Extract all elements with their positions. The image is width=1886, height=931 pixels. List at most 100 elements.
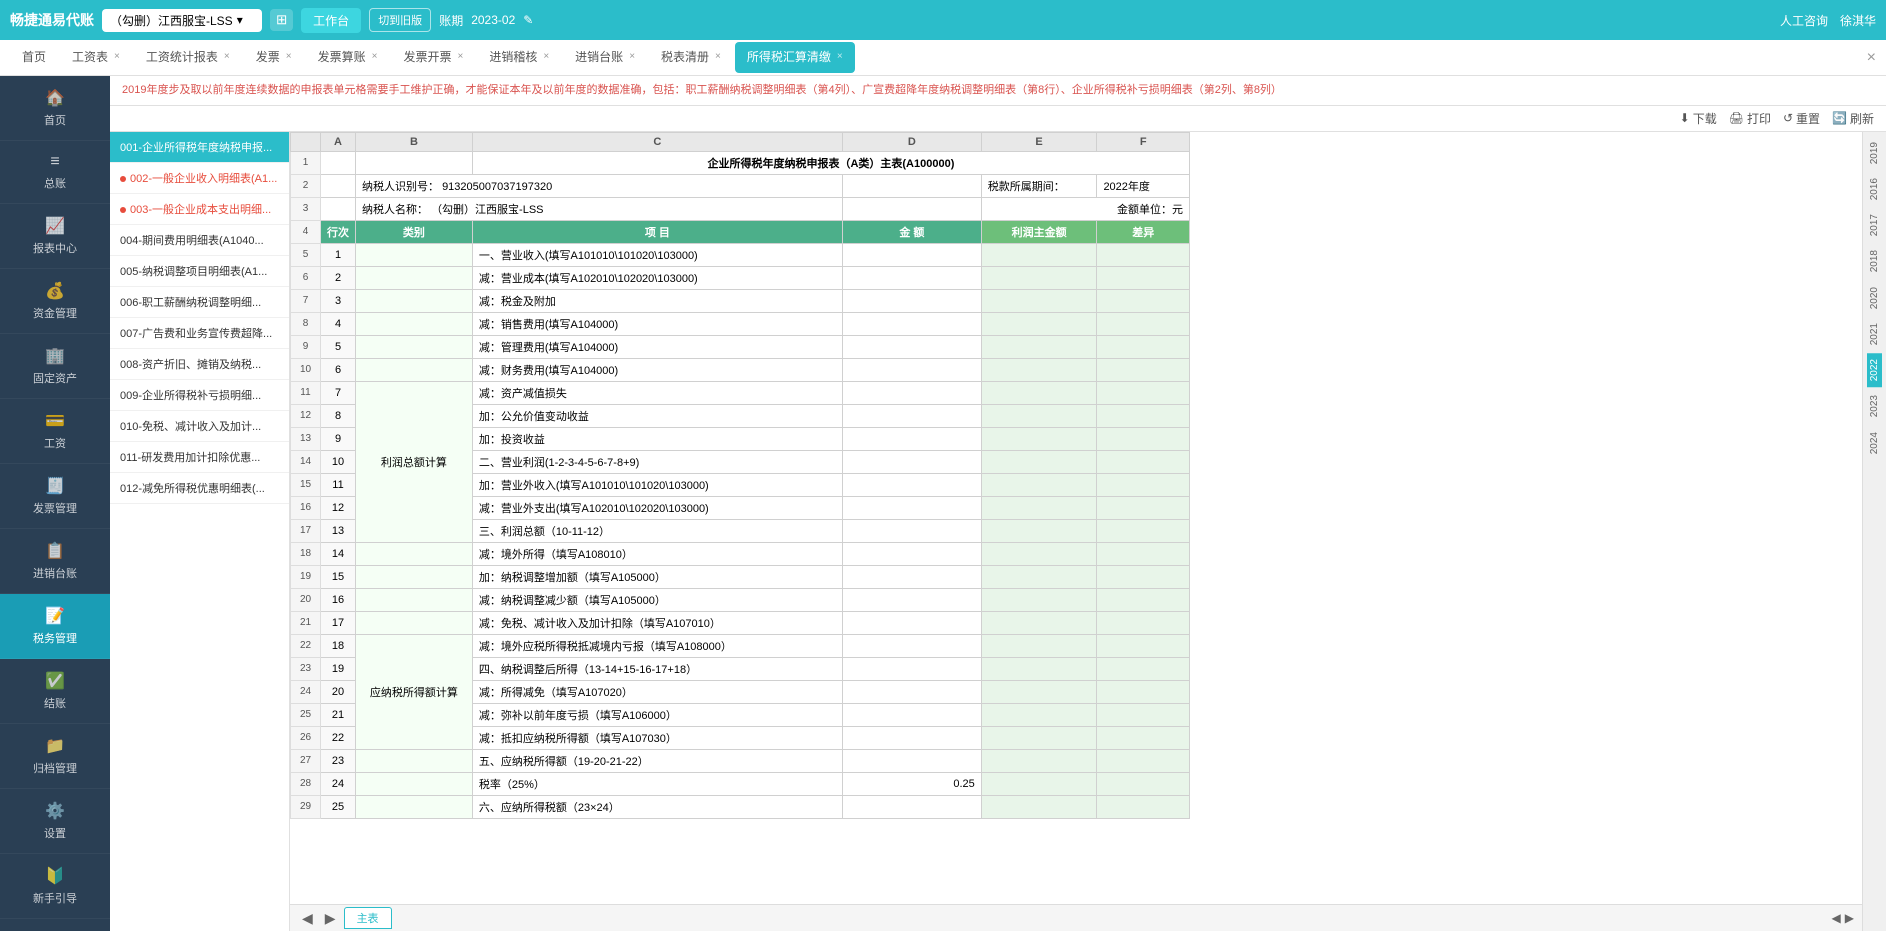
tab-payroll[interactable]: 工资表 × bbox=[60, 42, 132, 73]
list-item-010[interactable]: 010-免税、减计收入及加计... bbox=[110, 411, 289, 442]
tab-invoice-account[interactable]: 发票算账 × bbox=[306, 42, 390, 73]
copy-icon-btn[interactable]: ⊞ bbox=[270, 9, 293, 31]
close-icon[interactable]: × bbox=[224, 51, 230, 62]
year-2016[interactable]: 2016 bbox=[1867, 172, 1882, 206]
tab-payroll-stats[interactable]: 工资统计报表 × bbox=[134, 42, 242, 73]
sidebar-item-salesledger[interactable]: 📋 进销台账 bbox=[0, 529, 110, 594]
close-icon[interactable]: × bbox=[715, 51, 721, 62]
list-item-008[interactable]: 008-资产折旧、摊销及纳税... bbox=[110, 349, 289, 380]
year-2019[interactable]: 2019 bbox=[1867, 136, 1882, 170]
list-item-009[interactable]: 009-企业所得税补亏损明细... bbox=[110, 380, 289, 411]
user-name[interactable]: 徐淇华 bbox=[1840, 12, 1876, 29]
workbench-button[interactable]: 工作台 bbox=[301, 8, 361, 33]
list-item-006[interactable]: 006-职工薪酬纳税调整明细... bbox=[110, 287, 289, 318]
close-icon[interactable]: × bbox=[372, 51, 378, 62]
edit-icon[interactable]: ✎ bbox=[523, 13, 533, 27]
tab-home[interactable]: 首页 bbox=[10, 42, 58, 73]
company-name: （勾删）江西服宝-LSS bbox=[110, 12, 233, 29]
sheet-tab-main[interactable]: 主表 bbox=[344, 907, 392, 929]
sidebar-item-asset[interactable]: 🏢 固定资产 bbox=[0, 334, 110, 399]
list-item-011[interactable]: 011-研发费用加计扣除优惠... bbox=[110, 442, 289, 473]
table-row: 9 5 减：管理费用(填写A104000) bbox=[291, 335, 1190, 358]
list-item-002[interactable]: 002-一般企业收入明细表(A1... bbox=[110, 163, 289, 194]
table-row: 19 15 加：纳税调整增加额（填写A105000） bbox=[291, 565, 1190, 588]
nav-tabs: 首页 工资表 × 工资统计报表 × 发票 × 发票算账 × 发票开票 × 进销稽… bbox=[0, 40, 1886, 76]
sheet-nav-prev[interactable]: ◀ bbox=[298, 910, 317, 927]
close-icon[interactable]: × bbox=[837, 51, 843, 62]
close-icon[interactable]: × bbox=[457, 51, 463, 62]
asset-icon: 🏢 bbox=[45, 346, 65, 366]
ai-consult[interactable]: 人工咨询 bbox=[1780, 12, 1828, 29]
list-item-004[interactable]: 004-期间费用明细表(A1040... bbox=[110, 225, 289, 256]
sidebar-item-archive[interactable]: 📁 归档管理 bbox=[0, 724, 110, 789]
sidebar-item-label: 报表中心 bbox=[33, 240, 77, 256]
year-2024[interactable]: 2024 bbox=[1867, 426, 1882, 460]
sidebar-item-ledger[interactable]: ≡ 总账 bbox=[0, 141, 110, 204]
sidebar-item-member[interactable]: V 畅会员 bbox=[0, 919, 110, 931]
sidebar-item-settle[interactable]: ✅ 结账 bbox=[0, 659, 110, 724]
sidebar-item-label: 新手引导 bbox=[33, 890, 77, 906]
close-all-tabs[interactable]: × bbox=[1867, 49, 1876, 67]
year-2022[interactable]: 2022 bbox=[1867, 353, 1882, 387]
refresh-icon: 🔄 bbox=[1832, 111, 1847, 125]
table-row: 21 17 减：免税、减计收入及加计扣除（填写A107010） bbox=[291, 611, 1190, 634]
download-button[interactable]: ⬇ 下载 bbox=[1680, 110, 1717, 127]
sidebar-item-home[interactable]: 🏠 首页 bbox=[0, 76, 110, 141]
year-2017[interactable]: 2017 bbox=[1867, 208, 1882, 242]
print-button[interactable]: 🖨 打印 bbox=[1729, 110, 1771, 127]
download-icon: ⬇ bbox=[1680, 111, 1690, 125]
table-container[interactable]: A B C D E F 1 bbox=[290, 132, 1862, 905]
top-bar-right: 人工咨询 徐淇华 bbox=[1780, 12, 1876, 29]
sidebar-item-guide[interactable]: 🔰 新手引导 bbox=[0, 854, 110, 919]
sidebar-item-label: 总账 bbox=[44, 175, 66, 191]
tax-period-value: 2022年度 bbox=[1103, 181, 1149, 193]
sidebar-item-invoice[interactable]: 🧾 发票管理 bbox=[0, 464, 110, 529]
sidebar: 🏠 首页 ≡ 总账 📈 报表中心 💰 资金管理 🏢 固定资产 💳 工资 🧾 发票… bbox=[0, 76, 110, 931]
scroll-left-icon[interactable]: ◀ bbox=[1832, 911, 1841, 925]
year-2021[interactable]: 2021 bbox=[1867, 317, 1882, 351]
list-item-005[interactable]: 005-纳税调整项目明细表(A1... bbox=[110, 256, 289, 287]
close-icon[interactable]: × bbox=[286, 51, 292, 62]
list-item-003[interactable]: 003-一般企业成本支出明细... bbox=[110, 194, 289, 225]
tab-tax-table[interactable]: 税表清册 × bbox=[649, 42, 733, 73]
year-2020[interactable]: 2020 bbox=[1867, 281, 1882, 315]
sidebar-item-settings[interactable]: ⚙️ 设置 bbox=[0, 789, 110, 854]
year-2018[interactable]: 2018 bbox=[1867, 244, 1882, 278]
table-row: 22 18 应纳税所得额计算 减：境外应税所得税抵减境内亏报（填写A108000… bbox=[291, 634, 1190, 657]
year-2023[interactable]: 2023 bbox=[1867, 389, 1882, 423]
tab-sales-ledger[interactable]: 进销台账 × bbox=[563, 42, 647, 73]
col-header-A: A bbox=[321, 132, 356, 151]
col-header-rownum bbox=[291, 132, 321, 151]
refresh-button[interactable]: 🔄 刷新 bbox=[1832, 110, 1874, 127]
sidebar-item-payroll[interactable]: 💳 工资 bbox=[0, 399, 110, 464]
sidebar-item-label: 税务管理 bbox=[33, 630, 77, 646]
close-icon[interactable]: × bbox=[629, 51, 635, 62]
close-icon[interactable]: × bbox=[543, 51, 549, 62]
reset-button[interactable]: ↺ 重置 bbox=[1783, 110, 1820, 127]
warning-text: 2019年度步及取以前年度连续数据的申报表单元格需要手工维护正确，才能保证本年及… bbox=[122, 84, 1282, 96]
sidebar-item-tax[interactable]: 📝 税务管理 bbox=[0, 594, 110, 659]
col-header-diff-label: 差异 bbox=[1097, 220, 1190, 243]
sidebar-item-fund[interactable]: 💰 资金管理 bbox=[0, 269, 110, 334]
sidebar-item-label: 发票管理 bbox=[33, 500, 77, 516]
report-icon: 📈 bbox=[45, 216, 65, 236]
close-icon[interactable]: × bbox=[114, 51, 120, 62]
tab-income-tax[interactable]: 所得税汇算清缴 × bbox=[735, 42, 855, 73]
sheet-nav-next[interactable]: ▶ bbox=[321, 910, 340, 927]
switch-old-button[interactable]: 切到旧版 bbox=[369, 8, 431, 32]
list-item-007[interactable]: 007-广告费和业务宣传费超降... bbox=[110, 318, 289, 349]
sidebar-item-report[interactable]: 📈 报表中心 bbox=[0, 204, 110, 269]
archive-icon: 📁 bbox=[45, 736, 65, 756]
company-select[interactable]: （勾删）江西服宝-LSS ▾ bbox=[102, 9, 262, 32]
scroll-right-icon[interactable]: ▶ bbox=[1845, 911, 1854, 925]
sidebar-item-label: 资金管理 bbox=[33, 305, 77, 321]
tax-icon: 📝 bbox=[45, 606, 65, 626]
tab-sales-audit[interactable]: 进销稽核 × bbox=[477, 42, 561, 73]
tab-invoice-open[interactable]: 发票开票 × bbox=[391, 42, 475, 73]
sidebar-item-label: 固定资产 bbox=[33, 370, 77, 386]
table-row: 8 4 减：销售费用(填写A104000) bbox=[291, 312, 1190, 335]
home-icon: 🏠 bbox=[45, 88, 65, 108]
list-item-001[interactable]: 001-企业所得税年度纳税申报... bbox=[110, 132, 289, 163]
list-item-012[interactable]: 012-减免所得税优惠明细表(... bbox=[110, 473, 289, 504]
tab-invoice[interactable]: 发票 × bbox=[244, 42, 304, 73]
